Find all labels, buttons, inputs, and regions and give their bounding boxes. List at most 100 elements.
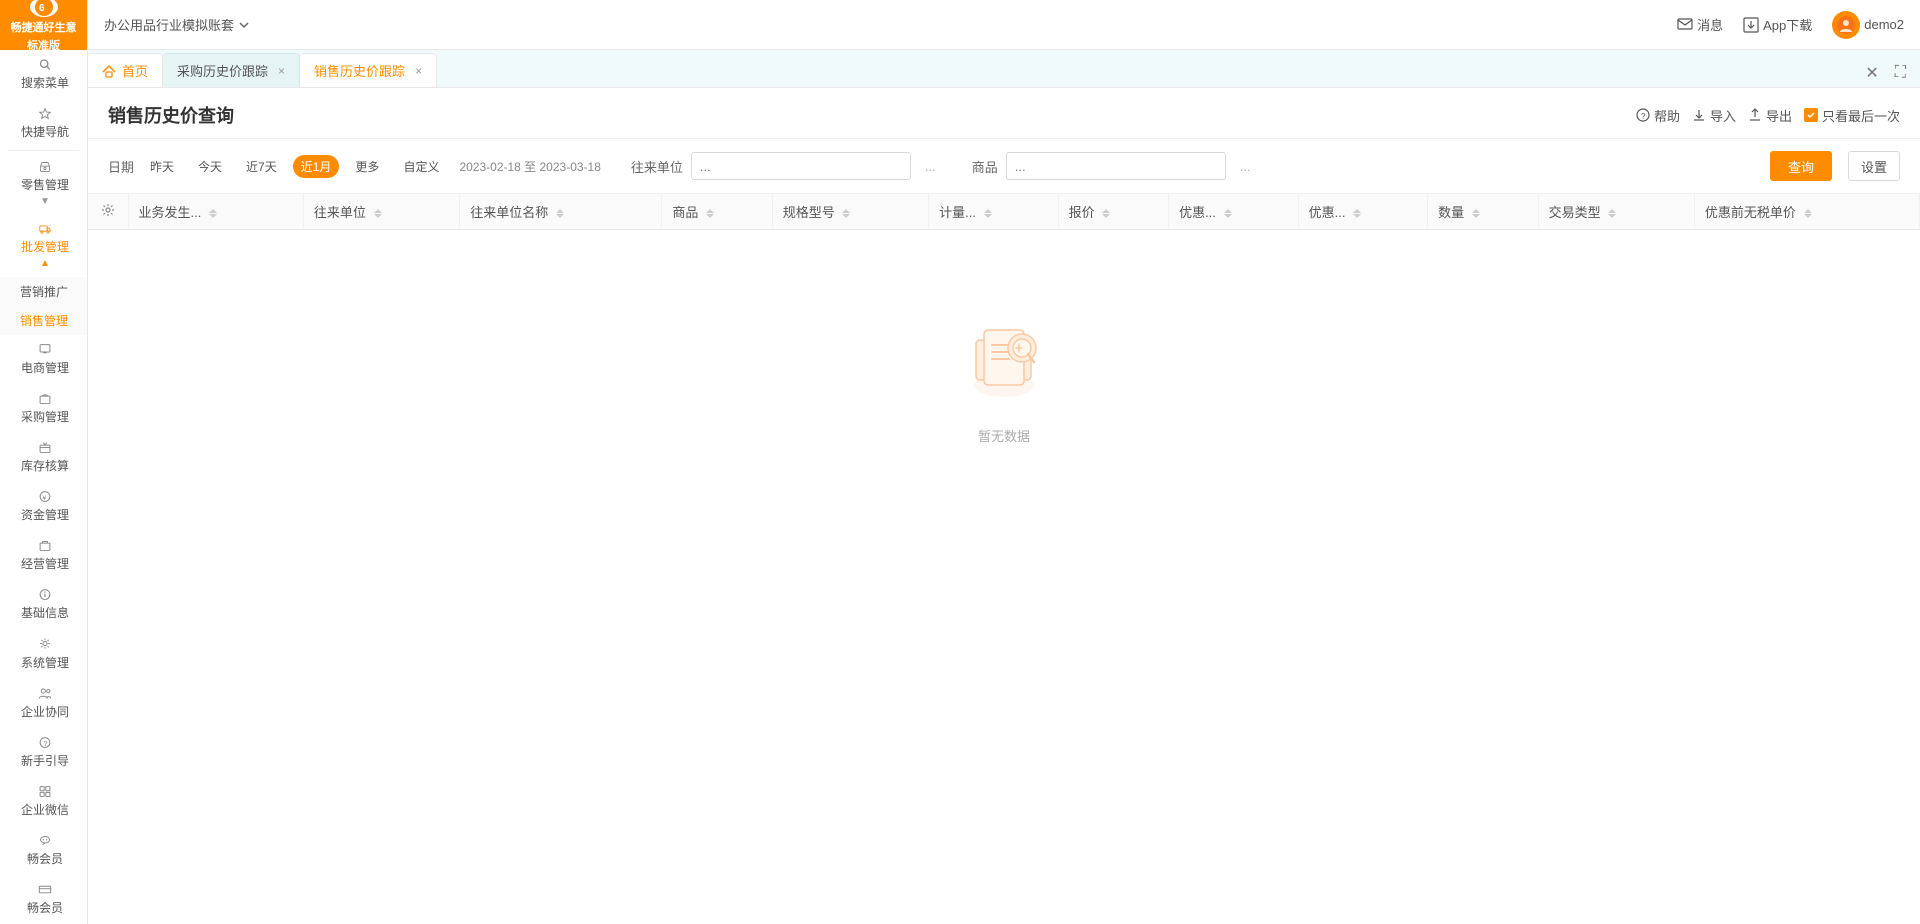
app-download-btn[interactable]: App下载 — [1743, 15, 1812, 34]
sidebar-sub-item-sales-mgmt[interactable]: 销售管理 — [0, 306, 87, 335]
th-party-name[interactable]: 往来单位名称 — [460, 194, 662, 230]
sidebar-item-app-center[interactable]: 企业微信 — [0, 777, 87, 826]
app-download-label: App下载 — [1763, 15, 1812, 34]
import-btn[interactable]: 导入 — [1692, 106, 1736, 125]
party-label: 往来单位 — [631, 157, 683, 176]
user-profile-btn[interactable]: demo2 — [1832, 11, 1904, 39]
query-button[interactable]: 查询 — [1770, 151, 1832, 181]
coin-icon: ¥ — [37, 490, 53, 503]
tabs-bar: 首页 采购历史价跟踪 × 销售历史价跟踪 × ✕ ⛶ — [88, 50, 1920, 88]
briefcase-icon — [37, 539, 53, 552]
checkbox-icon — [1804, 108, 1818, 122]
tab-sales-history[interactable]: 销售历史价跟踪 × — [300, 53, 437, 87]
only-last-toggle[interactable]: 只看最后一次 — [1804, 106, 1900, 125]
info-icon — [37, 588, 53, 601]
sidebar-item-retail-mgmt[interactable]: 零售管理 ▼ — [0, 153, 87, 215]
sidebar-item-member[interactable]: 畅会员 — [0, 875, 87, 924]
party-filter-group: 往来单位 ... — [631, 152, 942, 180]
th-party-code[interactable]: 往来单位 — [303, 194, 459, 230]
date-btn-today[interactable]: 今天 — [190, 155, 230, 178]
sidebar-item-wholesale-mgmt[interactable]: 批发管理 ▲ — [0, 215, 87, 277]
sidebar-item-enterprise[interactable]: 企业协同 — [0, 679, 87, 728]
message-btn[interactable]: 消息 — [1677, 15, 1723, 34]
close-tab-sales-history[interactable]: × — [415, 64, 422, 78]
page-header: 销售历史价查询 ? 帮助 导入 — [88, 88, 1920, 139]
export-icon — [1748, 108, 1762, 122]
dropdown-arrow-icon — [238, 19, 250, 31]
close-tab-purchase-history[interactable]: × — [278, 64, 285, 78]
sort-icons-3 — [556, 209, 564, 218]
close-tab-btn[interactable]: ✕ — [1861, 59, 1882, 87]
home-icon — [102, 64, 116, 78]
svg-text:6: 6 — [39, 3, 45, 14]
sidebar-item-finance[interactable]: ¥ 资金管理 — [0, 482, 87, 531]
table-wrapper: 业务发生... 往来单位 — [88, 194, 1920, 230]
sort-icons-4 — [706, 209, 714, 218]
sidebar-item-system-mgmt[interactable]: 系统管理 — [0, 629, 87, 678]
account-dropdown[interactable]: 办公用品行业模拟账套 — [104, 15, 250, 34]
maximize-btn[interactable]: ⛶ — [1891, 60, 1910, 86]
app-logo: 6 畅捷通好生意 标准版 — [0, 0, 87, 50]
settings-button[interactable]: 设置 — [1848, 151, 1900, 181]
sidebar: 6 畅捷通好生意 标准版 搜索菜单 快捷导航 零售管理 ▼ — [0, 0, 88, 924]
sidebar-item-ecom-mgmt[interactable]: 电商管理 — [0, 335, 87, 384]
party-input[interactable] — [691, 152, 911, 180]
date-btn-7days[interactable]: 近7天 — [238, 155, 285, 178]
sort-icons-12 — [1804, 209, 1812, 218]
filter-actions: 查询 设置 — [1770, 151, 1900, 181]
help-icon: ? — [1636, 108, 1650, 122]
content-area: 销售历史价查询 ? 帮助 导入 — [88, 88, 1920, 924]
sort-icons-2 — [374, 209, 382, 218]
date-btn-yesterday[interactable]: 昨天 — [142, 155, 182, 178]
card-icon — [37, 883, 53, 896]
logo-icon: 6 — [30, 0, 58, 17]
sidebar-item-wechat[interactable]: 畅会员 — [0, 826, 87, 875]
th-business-date[interactable]: 业务发生... — [128, 194, 303, 230]
th-pretax-price[interactable]: 优惠前无税单价 — [1694, 194, 1919, 230]
sidebar-item-purchase-mgmt[interactable]: 采购管理 — [0, 384, 87, 433]
date-btn-1month[interactable]: 近1月 — [293, 155, 340, 178]
export-btn[interactable]: 导出 — [1748, 106, 1792, 125]
sidebar-sub-item-marketing[interactable]: 营销推广 — [0, 277, 87, 306]
sort-icons-9 — [1353, 209, 1361, 218]
svg-text:¥: ¥ — [43, 495, 47, 502]
sort-icons-5 — [842, 209, 850, 218]
message-label: 消息 — [1697, 15, 1723, 34]
th-discount-price[interactable]: 优惠... — [1169, 194, 1299, 230]
search-icon — [37, 58, 53, 71]
wholesale-sub-menu: 营销推广 销售管理 — [0, 277, 87, 335]
sidebar-item-inventory[interactable]: 库存核算 — [0, 433, 87, 482]
th-discount-amount[interactable]: 优惠... — [1298, 194, 1428, 230]
sidebar-item-basic-info[interactable]: 基础信息 — [0, 580, 87, 629]
date-btn-custom[interactable]: 自定义 — [395, 155, 447, 178]
th-settings[interactable] — [88, 194, 128, 230]
svg-text:?: ? — [43, 738, 47, 747]
chevron-down-icon: ▼ — [40, 196, 50, 207]
th-product[interactable]: 商品 — [662, 194, 772, 230]
help-label: 帮助 — [1654, 106, 1680, 125]
product-filter-group: 商品 ... — [972, 152, 1257, 180]
sidebar-item-search-menu[interactable]: 搜索菜单 — [0, 50, 87, 99]
tab-purchase-history[interactable]: 采购历史价跟踪 × — [163, 53, 300, 87]
th-quantity[interactable]: 数量 — [1428, 194, 1538, 230]
header-left: 办公用品行业模拟账套 — [104, 15, 250, 34]
account-name: 办公用品行业模拟账套 — [104, 15, 234, 34]
th-price[interactable]: 报价 — [1058, 194, 1168, 230]
date-btn-more[interactable]: 更多 — [347, 155, 387, 178]
date-filter-group: 日期 昨天 今天 近7天 近1月 更多 自定义 2023-02-18 至 202… — [108, 155, 601, 178]
sidebar-item-quick-nav[interactable]: 快捷导航 — [0, 99, 87, 148]
app-name: 畅捷通好生意 — [11, 19, 77, 35]
party-dots-btn[interactable]: ... — [919, 156, 942, 177]
tabs-actions: ✕ ⛶ — [1861, 59, 1920, 87]
product-input[interactable] — [1006, 152, 1226, 180]
th-spec[interactable]: 规格型号 — [772, 194, 928, 230]
tab-home[interactable]: 首页 — [88, 53, 163, 87]
sidebar-item-business-mgmt[interactable]: 经营管理 — [0, 531, 87, 580]
th-unit[interactable]: 计量... — [929, 194, 1059, 230]
chevron-up-icon: ▲ — [40, 258, 50, 269]
sidebar-item-guide[interactable]: ? 新手引导 — [0, 728, 87, 777]
help-btn[interactable]: ? 帮助 — [1636, 106, 1680, 125]
tab-home-label: 首页 — [122, 61, 148, 80]
product-dots-btn[interactable]: ... — [1234, 156, 1257, 177]
th-trade-type[interactable]: 交易类型 — [1538, 194, 1694, 230]
